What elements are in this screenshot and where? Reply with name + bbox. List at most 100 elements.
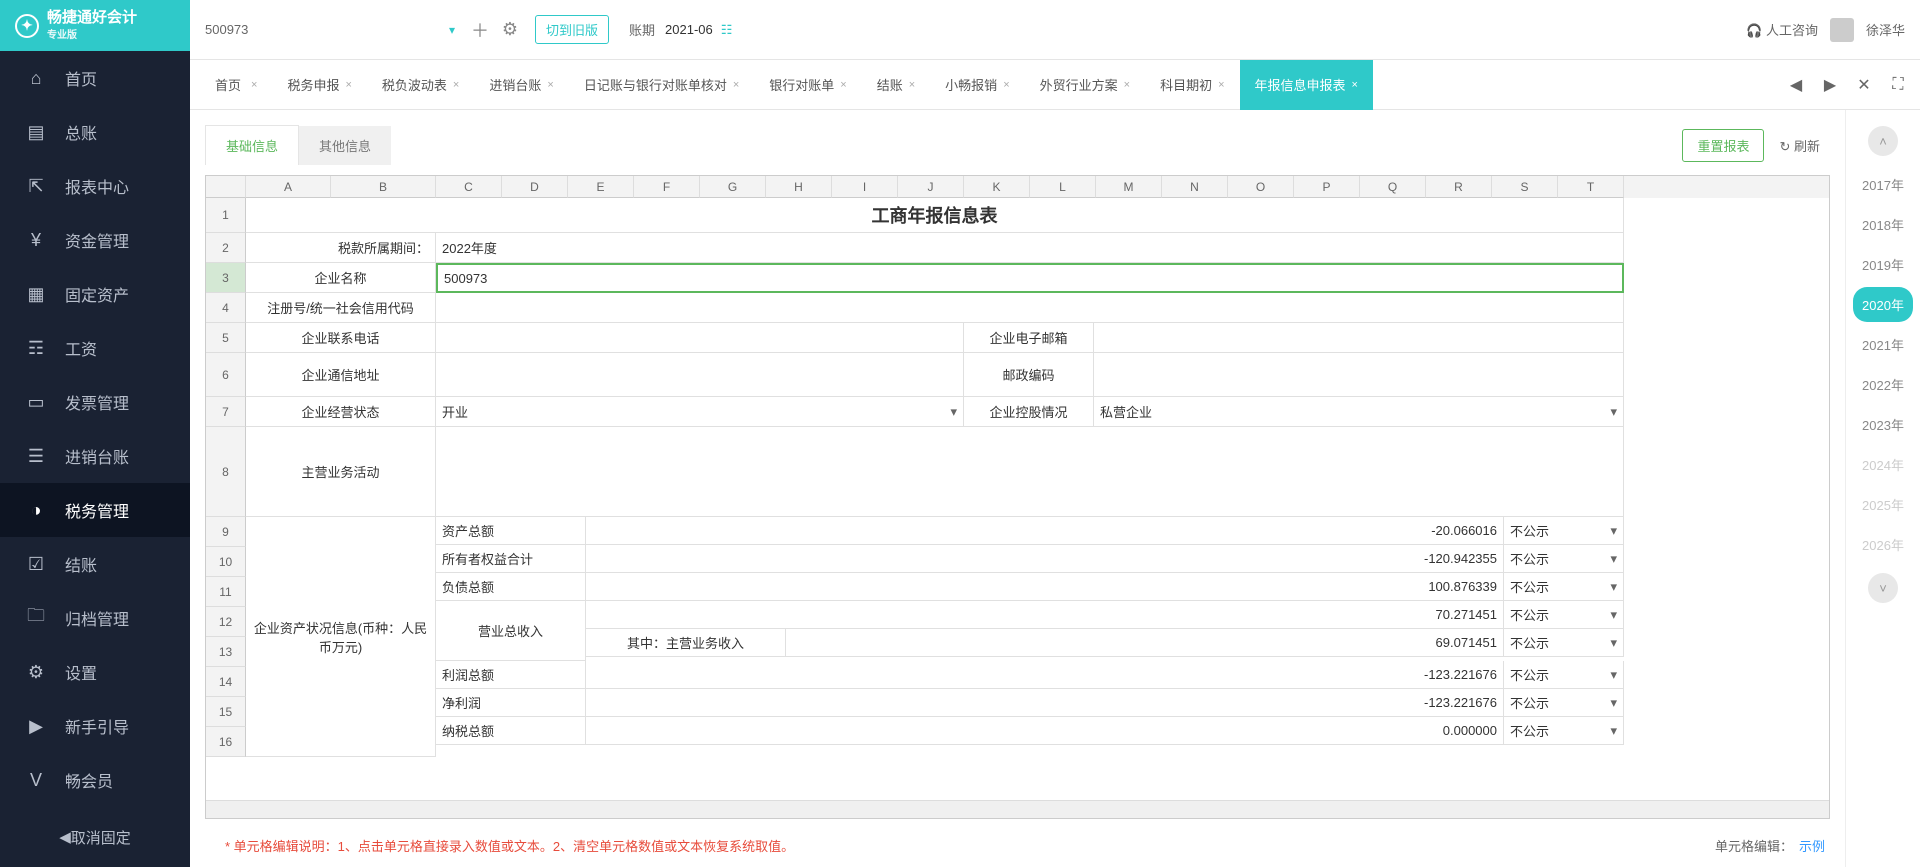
row-header-12[interactable]: 12 [206,607,246,637]
tab-6[interactable]: 结账 × [862,60,930,110]
col-header-F[interactable]: F [634,176,700,198]
sidebar-item-5[interactable]: ☶工资 [0,321,190,375]
close-icon[interactable]: × [547,79,553,91]
row-header-11[interactable]: 11 [206,577,246,607]
col-header-N[interactable]: N [1162,176,1228,198]
row-header-15[interactable]: 15 [206,697,246,727]
sidebar-item-3[interactable]: ¥资金管理 [0,213,190,267]
dropdown-pub-11[interactable]: 不公示 [1504,573,1624,601]
sidebar-item-10[interactable]: 🗀归档管理 [0,591,190,645]
sidebar-item-9[interactable]: ☑结账 [0,537,190,591]
col-header-S[interactable]: S [1492,176,1558,198]
cell-company-name[interactable]: 500973 [436,263,1624,293]
dropdown-pub-9[interactable]: 不公示 [1504,517,1624,545]
close-icon[interactable]: × [1124,79,1130,91]
close-icon[interactable]: × [453,79,459,91]
tab-10[interactable]: 年报信息申报表 × [1240,60,1373,110]
row-header-10[interactable]: 10 [206,547,246,577]
col-header-Q[interactable]: Q [1360,176,1426,198]
dropdown-pub-14[interactable]: 不公示 [1504,661,1624,689]
col-header-B[interactable]: B [331,176,436,198]
refresh-button[interactable]: ↻ 刷新 [1779,136,1820,155]
tab-basic-info[interactable]: 基础信息 [205,125,299,165]
dropdown-status[interactable]: 开业 [436,397,964,427]
horizontal-scrollbar[interactable] [206,800,1829,818]
close-icon[interactable]: × [345,79,351,91]
gear-icon[interactable]: ⚙ [495,19,525,40]
year-up-icon[interactable]: ˄ [1868,126,1898,156]
sheet-corner[interactable] [206,176,246,198]
consult-link[interactable]: 🎧 人工咨询 [1746,20,1818,39]
row-header-4[interactable]: 4 [206,293,246,323]
sidebar-item-12[interactable]: ▶新手引导 [0,699,190,753]
year-2021年[interactable]: 2021年 [1853,327,1913,362]
tab-4[interactable]: 日记账与银行对账单核对 × [569,60,754,110]
cell-val-11[interactable]: 100.876339 [586,573,1504,601]
col-header-I[interactable]: I [832,176,898,198]
close-icon[interactable]: × [251,79,257,91]
calendar-icon[interactable]: ☷ [721,22,733,38]
row-header-5[interactable]: 5 [206,323,246,353]
dropdown-pub-12[interactable]: 不公示 [1504,601,1624,629]
col-header-H[interactable]: H [766,176,832,198]
tab-8[interactable]: 外贸行业方案 × [1025,60,1145,110]
row-header-1[interactable]: 1 [206,198,246,233]
col-header-L[interactable]: L [1030,176,1096,198]
avatar[interactable] [1830,18,1854,42]
row-header-7[interactable]: 7 [206,397,246,427]
cell-val-9[interactable]: -20.066016 [586,517,1504,545]
tab-5[interactable]: 银行对账单 × [754,60,861,110]
cell-reg-code[interactable] [436,293,1624,323]
old-version-button[interactable]: 切到旧版 [535,15,609,44]
add-icon[interactable]: ＋ [465,17,495,43]
company-selector[interactable]: 500973 ▾ [205,22,465,37]
sidebar-item-1[interactable]: ▤总账 [0,105,190,159]
tabs-next-icon[interactable]: ▶ [1818,75,1842,95]
row-header-8[interactable]: 8 [206,427,246,517]
dropdown-holding[interactable]: 私营企业 [1094,397,1624,427]
dropdown-pub-15[interactable]: 不公示 [1504,689,1624,717]
year-2019年[interactable]: 2019年 [1853,247,1913,282]
cell-address[interactable] [436,353,964,397]
sidebar-item-13[interactable]: V畅会员 [0,753,190,807]
sidebar-item-2[interactable]: ⇱报表中心 [0,159,190,213]
fullscreen-icon[interactable]: ⛶ [1886,76,1910,94]
close-icon[interactable]: × [733,79,739,91]
cell-postcode[interactable] [1094,353,1624,397]
col-header-M[interactable]: M [1096,176,1162,198]
close-icon[interactable]: × [1003,79,1009,91]
tab-9[interactable]: 科目期初 × [1145,60,1239,110]
row-header-14[interactable]: 14 [206,667,246,697]
sidebar-item-6[interactable]: ▭发票管理 [0,375,190,429]
dropdown-pub-13[interactable]: 不公示 [1504,629,1624,657]
col-header-G[interactable]: G [700,176,766,198]
cell-val-14[interactable]: -123.221676 [586,661,1504,689]
sidebar-item-4[interactable]: ▦固定资产 [0,267,190,321]
tab-1[interactable]: 税务申报 × [272,60,366,110]
example-link[interactable]: 示例 [1799,839,1825,854]
row-header-6[interactable]: 6 [206,353,246,397]
period-value[interactable]: 2021-06 [665,22,713,37]
year-2018年[interactable]: 2018年 [1853,207,1913,242]
tab-2[interactable]: 税负波动表 × [367,60,474,110]
sidebar-item-11[interactable]: ⚙设置 [0,645,190,699]
col-header-A[interactable]: A [246,176,331,198]
year-2020年[interactable]: 2020年 [1853,287,1913,322]
close-icon[interactable]: × [1352,79,1358,91]
period-value[interactable]: 2022年度 [436,233,1624,263]
tab-other-info[interactable]: 其他信息 [299,126,391,165]
col-header-D[interactable]: D [502,176,568,198]
col-header-K[interactable]: K [964,176,1030,198]
col-header-J[interactable]: J [898,176,964,198]
year-2023年[interactable]: 2023年 [1853,407,1913,442]
row-header-16[interactable]: 16 [206,727,246,757]
year-2022年[interactable]: 2022年 [1853,367,1913,402]
tab-3[interactable]: 进销台账 × [474,60,568,110]
close-icon[interactable]: × [1218,79,1224,91]
year-2017年[interactable]: 2017年 [1853,167,1913,202]
sidebar-item-8[interactable]: ◑税务管理 [0,483,190,537]
tab-0[interactable]: 首页 × [200,60,272,110]
year-2025年[interactable]: 2025年 [1853,487,1913,522]
dropdown-pub-10[interactable]: 不公示 [1504,545,1624,573]
tab-7[interactable]: 小畅报销 × [930,60,1024,110]
